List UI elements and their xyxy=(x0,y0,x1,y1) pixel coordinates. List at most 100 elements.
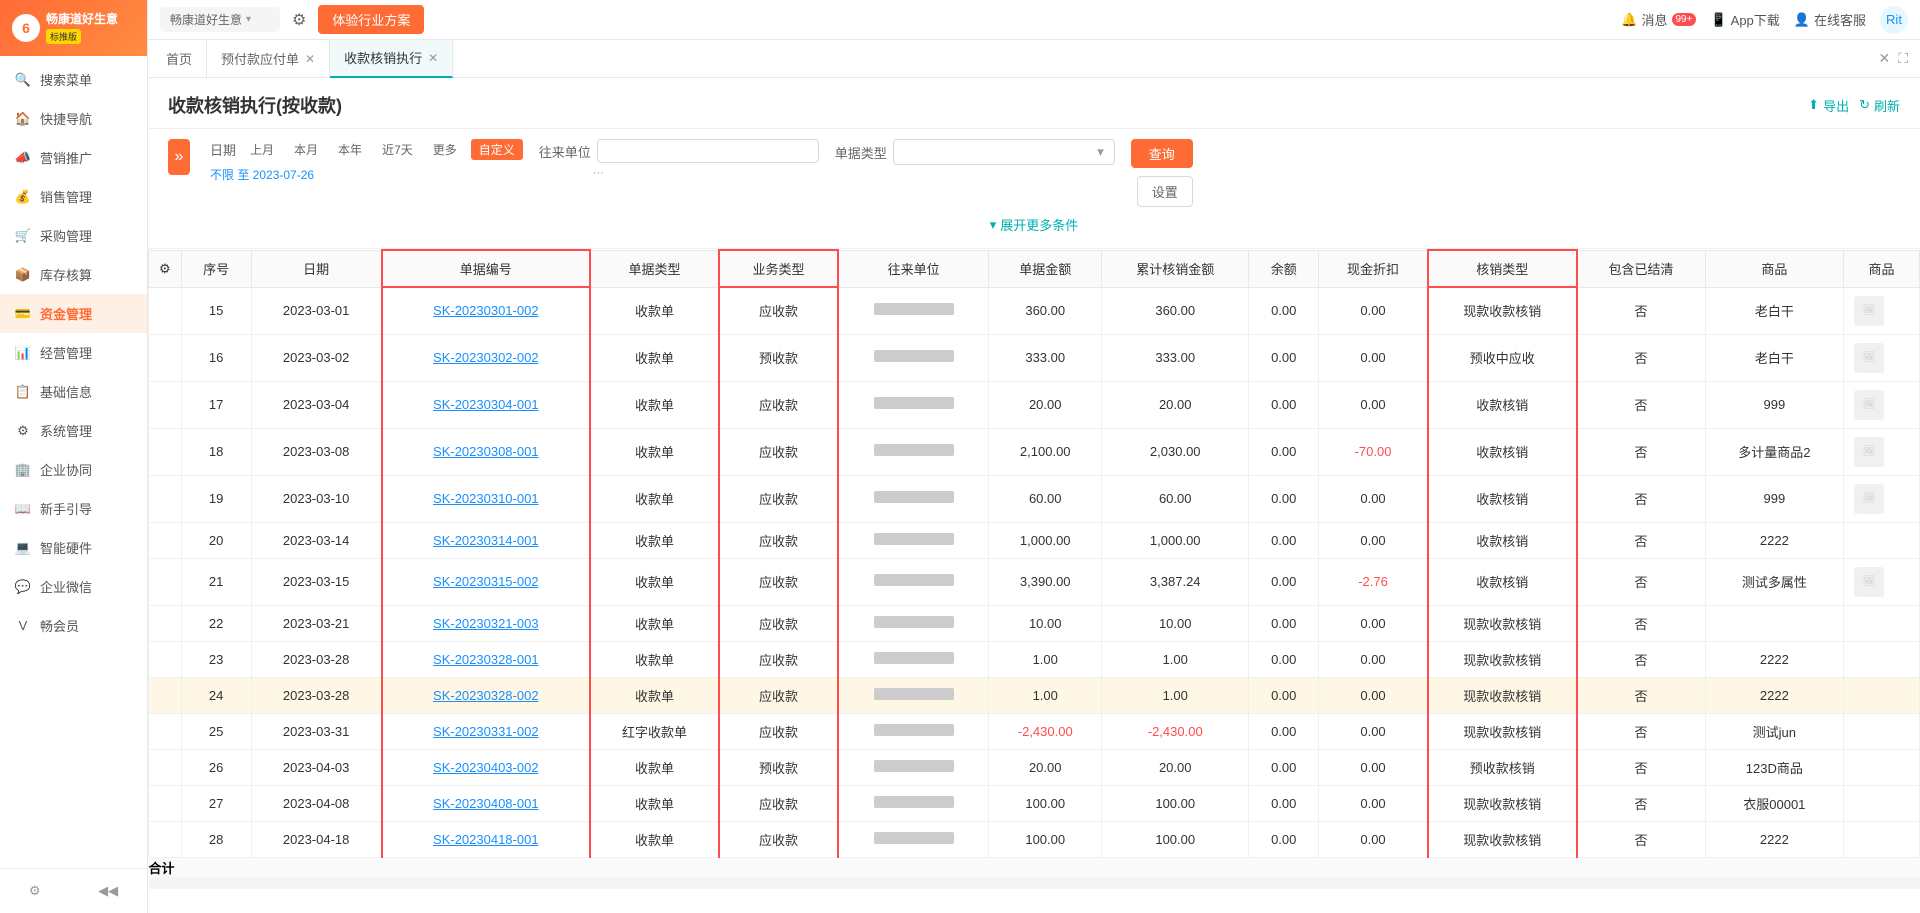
sidebar-item-search[interactable]: 🔍 搜索菜单 xyxy=(0,60,147,99)
td-no: 25 xyxy=(181,713,251,749)
td-doc-no[interactable]: SK-20230408-001 xyxy=(382,785,590,821)
filter-settings-button[interactable]: 设置 xyxy=(1137,176,1193,207)
sidebar-item-sales[interactable]: 💰 销售管理 xyxy=(0,177,147,216)
td-doc-type: 收款单 xyxy=(590,677,719,713)
td-doc-no[interactable]: SK-20230308-001 xyxy=(382,428,590,475)
partner-input[interactable] xyxy=(597,139,819,163)
sidebar-item-inventory[interactable]: 📦 库存核算 xyxy=(0,255,147,294)
td-goods-img xyxy=(1844,749,1920,785)
tab-receipt-verify[interactable]: 收款核销执行 ✕ xyxy=(330,40,453,78)
sales-icon: 💰 xyxy=(14,188,32,206)
td-doc-no[interactable]: SK-20230304-001 xyxy=(382,381,590,428)
service-icon: 👤 xyxy=(1794,12,1810,28)
td-accumulated: 100.00 xyxy=(1102,785,1249,821)
app-download-item[interactable]: 📱 App下载 xyxy=(1710,10,1779,29)
this-month-btn[interactable]: 本月 xyxy=(288,139,324,160)
th-gear[interactable]: ⚙ xyxy=(149,250,182,287)
close-window-icon[interactable]: ✕ xyxy=(1878,50,1890,67)
td-amount: 100.00 xyxy=(989,821,1102,857)
this-year-btn[interactable]: 本年 xyxy=(332,139,368,160)
td-doc-type: 收款单 xyxy=(590,334,719,381)
td-cash-discount: 0.00 xyxy=(1319,475,1428,522)
sidebar-item-marketing[interactable]: 📣 营销推广 xyxy=(0,138,147,177)
td-doc-no[interactable]: SK-20230310-001 xyxy=(382,475,590,522)
td-biz-type: 应收款 xyxy=(719,713,838,749)
td-doc-no[interactable]: SK-20230328-001 xyxy=(382,641,590,677)
more-date-btn[interactable]: 更多 xyxy=(427,139,463,160)
sidebar-item-finance[interactable]: 💳 资金管理 xyxy=(0,294,147,333)
td-goods-img xyxy=(1844,677,1920,713)
date-label: 日期 xyxy=(210,140,236,159)
td-verify-type: 现款收款核销 xyxy=(1428,641,1577,677)
sidebar-item-quick-nav[interactable]: 🏠 快捷导航 xyxy=(0,99,147,138)
notification-item[interactable]: 🔔 消息 99+ xyxy=(1621,10,1696,29)
td-no: 19 xyxy=(181,475,251,522)
td-partner xyxy=(838,558,989,605)
user-avatar[interactable]: Rit xyxy=(1880,6,1908,34)
sidebar-item-enterprise[interactable]: 🏢 企业协同 xyxy=(0,450,147,489)
prev-month-btn[interactable]: 上月 xyxy=(244,139,280,160)
td-biz-type: 应收款 xyxy=(719,785,838,821)
td-biz-type: 应收款 xyxy=(719,522,838,558)
query-button[interactable]: 查询 xyxy=(1131,139,1193,168)
sidebar-item-hardware[interactable]: 💻 智能硬件 xyxy=(0,528,147,567)
td-goods-img: 🖼 xyxy=(1844,558,1920,605)
tab-close-receipt[interactable]: ✕ xyxy=(428,51,438,65)
td-include-settled: 否 xyxy=(1577,522,1706,558)
td-gear xyxy=(149,641,182,677)
7days-btn[interactable]: 近7天 xyxy=(376,139,419,160)
td-doc-no[interactable]: SK-20230302-002 xyxy=(382,334,590,381)
sidebar: 6 畅康道好生意 标推版 🔍 搜索菜单 🏠 快捷导航 📣 营销推广 💰 销售管理… xyxy=(0,0,148,913)
td-amount: 360.00 xyxy=(989,287,1102,334)
doc-type-select[interactable]: ▾ xyxy=(893,139,1115,165)
goods-thumbnail: 🖼 xyxy=(1854,390,1884,420)
maximize-window-icon[interactable]: ⛶ xyxy=(1898,50,1908,67)
td-doc-no[interactable]: SK-20230301-002 xyxy=(382,287,590,334)
tab-home[interactable]: 首页 xyxy=(152,40,207,78)
gear-icon[interactable]: ⚙ xyxy=(292,10,306,30)
sidebar-item-wechat[interactable]: 💬 企业微信 xyxy=(0,567,147,606)
th-include-settled: 包含已结清 xyxy=(1577,250,1706,287)
td-partner xyxy=(838,475,989,522)
custom-date-btn[interactable]: 自定义 xyxy=(471,139,523,160)
td-doc-no[interactable]: SK-20230403-002 xyxy=(382,749,590,785)
sidebar-item-member[interactable]: V 畅会员 xyxy=(0,606,147,645)
td-date: 2023-03-28 xyxy=(251,641,382,677)
td-goods: 123D商品 xyxy=(1705,749,1844,785)
td-partner xyxy=(838,522,989,558)
td-doc-no[interactable]: SK-20230328-002 xyxy=(382,677,590,713)
purchase-icon: 🛒 xyxy=(14,227,32,245)
td-partner xyxy=(838,287,989,334)
online-service-item[interactable]: 👤 在线客服 xyxy=(1794,10,1866,29)
td-doc-no[interactable]: SK-20230418-001 xyxy=(382,821,590,857)
export-button[interactable]: ⬆ 导出 xyxy=(1808,96,1849,115)
td-doc-no[interactable]: SK-20230315-002 xyxy=(382,558,590,605)
solution-button[interactable]: 体验行业方案 xyxy=(318,5,424,34)
td-doc-no[interactable]: SK-20230331-002 xyxy=(382,713,590,749)
td-doc-no[interactable]: SK-20230321-003 xyxy=(382,605,590,641)
td-balance: 0.00 xyxy=(1249,334,1319,381)
td-doc-type: 收款单 xyxy=(590,749,719,785)
sidebar-item-guide[interactable]: 📖 新手引导 xyxy=(0,489,147,528)
settings-bottom-icon[interactable]: ⚙ xyxy=(23,877,47,905)
td-gear xyxy=(149,558,182,605)
td-include-settled: 否 xyxy=(1577,475,1706,522)
sidebar-item-purchase[interactable]: 🛒 采购管理 xyxy=(0,216,147,255)
data-table: ⚙ 序号 日期 单据编号 单据类型 业务类型 往来单位 单据金额 累计核销金额 … xyxy=(148,249,1920,889)
collapse-icon[interactable]: ◀◀ xyxy=(92,877,124,905)
app-selector[interactable]: 畅康道好生意 ▾ xyxy=(160,7,280,32)
tab-prepay[interactable]: 预付款应付单 ✕ xyxy=(207,40,330,78)
tab-bar: 首页 预付款应付单 ✕ 收款核销执行 ✕ ✕ ⛶ xyxy=(148,40,1920,78)
td-doc-no[interactable]: SK-20230314-001 xyxy=(382,522,590,558)
sidebar-item-operations[interactable]: 📊 经营管理 xyxy=(0,333,147,372)
tab-close-prepay[interactable]: ✕ xyxy=(305,52,315,66)
table-container[interactable]: ⚙ 序号 日期 单据编号 单据类型 业务类型 往来单位 单据金额 累计核销金额 … xyxy=(148,249,1920,913)
th-goods: 商品 xyxy=(1705,250,1844,287)
expand-button[interactable]: ▾ 展开更多条件 xyxy=(168,215,1900,234)
td-include-settled: 否 xyxy=(1577,428,1706,475)
refresh-button[interactable]: ↻ 刷新 xyxy=(1859,96,1900,115)
sidebar-item-basic[interactable]: 📋 基础信息 xyxy=(0,372,147,411)
filter-toggle-btn[interactable]: » xyxy=(168,139,190,175)
page-title: 收款核销执行(按收款) xyxy=(168,92,342,118)
sidebar-item-system[interactable]: ⚙ 系统管理 xyxy=(0,411,147,450)
